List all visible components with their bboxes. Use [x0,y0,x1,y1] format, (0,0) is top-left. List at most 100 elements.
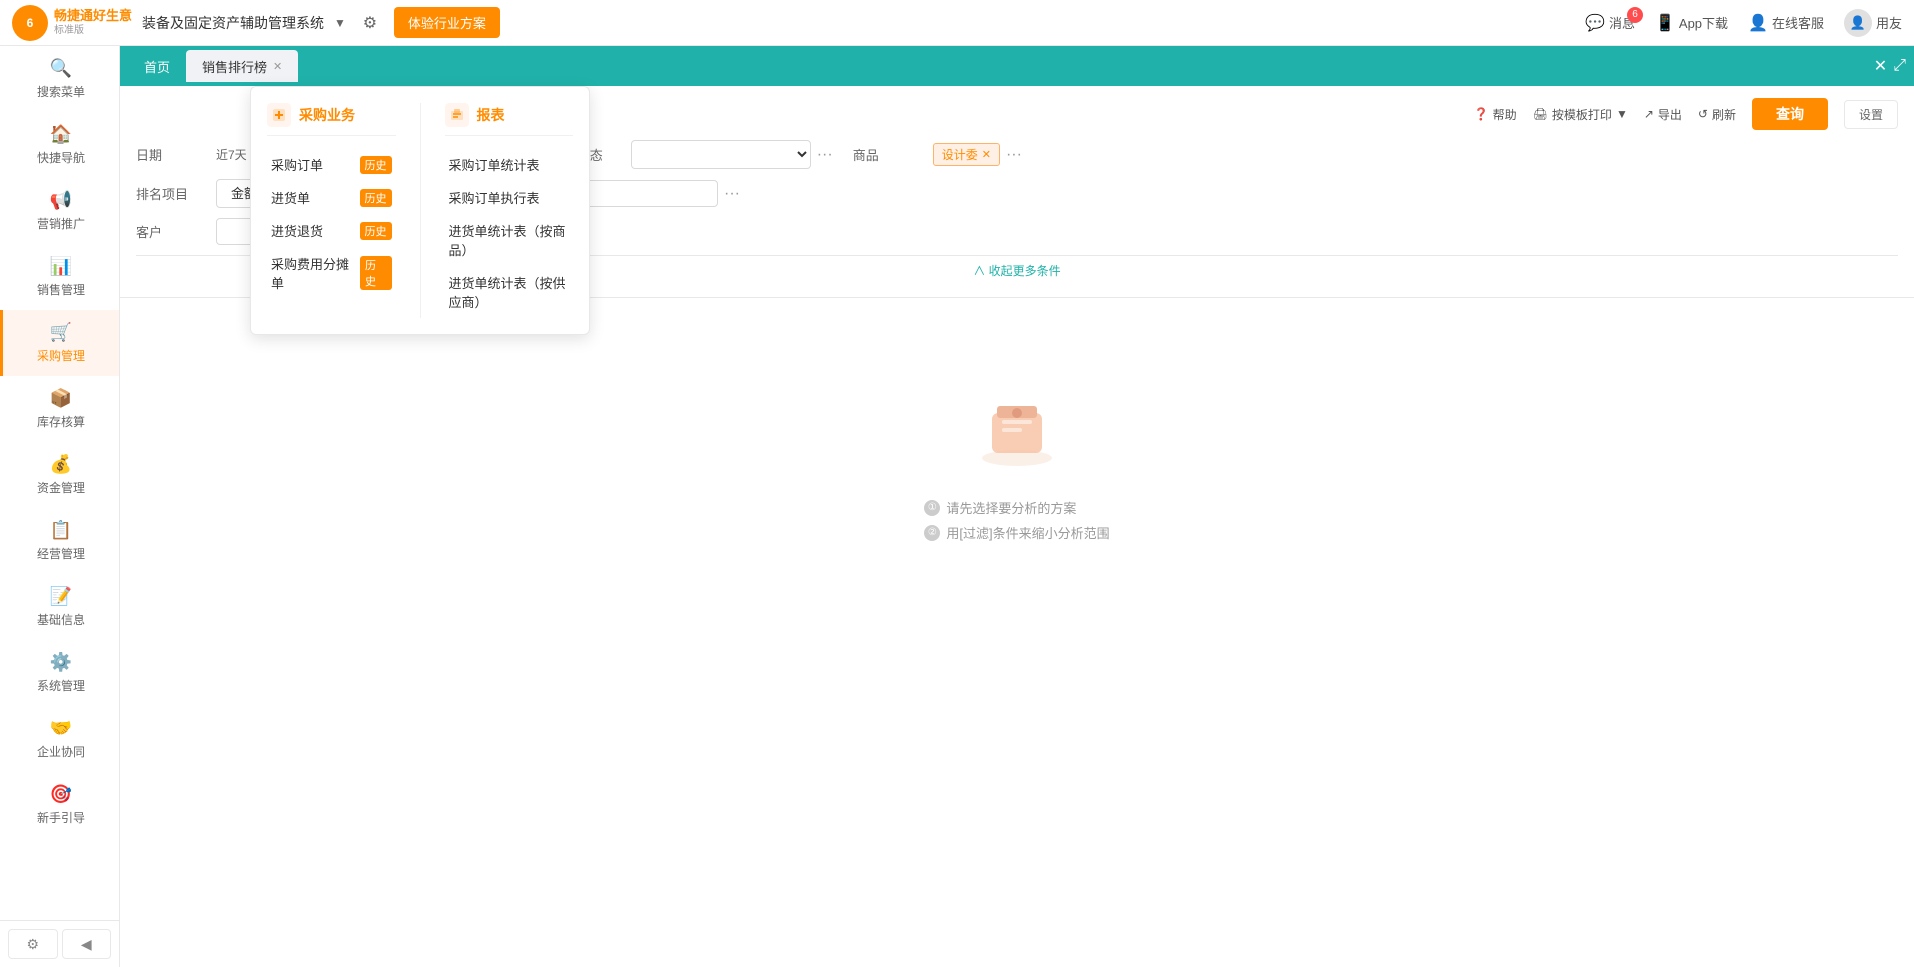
menu-item-goods-receipt[interactable]: 进货单 历史 [267,181,396,214]
system-dropdown-btn[interactable]: ▼ [334,16,346,30]
help-btn[interactable]: ❓ 帮助 [1474,106,1517,123]
report-col-title: 报表 [477,105,505,125]
logo-area: 6 畅捷通好生意 标准版 [12,5,132,41]
sidebar-item-guide[interactable]: 🎯 新手引导 [0,772,119,838]
sidebar-item-quick[interactable]: 🏠 快捷导航 [0,112,119,178]
sidebar-item-marketing[interactable]: 📢 营销推广 [0,178,119,244]
filter-settings-btn[interactable]: 设置 [1844,100,1898,129]
sidebar-settings-btn[interactable]: ⚙ [8,929,58,959]
sidebar-item-operation[interactable]: 📋 经营管理 [0,508,119,574]
home-icon: 🏠 [50,124,72,145]
system-settings-btn[interactable]: ⚙ [356,9,384,37]
print-dropdown-icon: ▼ [1616,107,1628,121]
tab-home[interactable]: 首页 [128,50,186,82]
purchase-order-badge: 历史 [360,156,392,174]
goods-tag-close[interactable]: ✕ [982,148,991,161]
export-btn[interactable]: ↗ 导出 [1644,106,1682,123]
experience-btn[interactable]: 体验行业方案 [394,7,500,38]
customer-label: 客户 [136,222,196,241]
goods-receipt-label: 进货单 [271,188,310,207]
menu-item-goods-receipt-stat-supplier[interactable]: 进货单统计表（按供应商） [445,266,574,318]
logo-sub: 标准版 [54,24,132,37]
menu-item-purchase-order-stat[interactable]: 采购订单统计表 [445,148,574,181]
print-btn[interactable]: 🖨 按模板打印 ▼ [1533,106,1628,123]
basic-icon: 📝 [50,586,72,607]
salesman-dots-btn[interactable]: ··· [724,185,740,203]
empty-tip-1: ① 请先选择要分析的方案 [924,498,1109,517]
user-name: 用友 [1876,13,1902,32]
finance-icon: 💰 [50,454,72,475]
message-badge: 6 [1627,7,1643,23]
tip-dot-1: ① [924,500,940,516]
purchase-order-stat-label: 采购订单统计表 [449,155,540,174]
sidebar-item-finance[interactable]: 💰 资金管理 [0,442,119,508]
menu-item-goods-receipt-stat-goods[interactable]: 进货单统计表（按商品） [445,214,574,266]
sidebar-item-purchase[interactable]: 🛒 采购管理 [0,310,119,376]
sidebar-label-operation: 经营管理 [37,545,85,562]
header-center: 装备及固定资产辅助管理系统 ▼ ⚙ 体验行业方案 [132,7,1585,38]
empty-state: ① 请先选择要分析的方案 ② 用[过滤]条件来缩小分析范围 [120,298,1914,628]
help-label: 帮助 [1493,106,1517,123]
guide-icon: 🎯 [50,784,72,805]
query-btn[interactable]: 查询 [1752,98,1828,130]
sidebar-item-basic[interactable]: 📝 基础信息 [0,574,119,640]
user-area[interactable]: 👤 用友 [1844,9,1902,37]
sidebar-label-cooperation: 企业协同 [37,743,85,760]
collapse-label: 收起更多条件 [989,264,1061,278]
purchase-icon: 🛒 [50,322,72,343]
dropdown-menu: 采购业务 采购订单 历史 进货单 历史 进货退货 历史 [250,86,590,335]
message-btn[interactable]: 💬 消息 6 [1585,13,1635,33]
sales-icon: 📊 [50,256,72,277]
tab-bar-close-btn[interactable]: ✕ [1874,56,1887,76]
operation-icon: 📋 [50,520,72,541]
sidebar-label-guide: 新手引导 [37,809,85,826]
sidebar-item-inventory[interactable]: 📦 库存核算 [0,376,119,442]
rank-label: 排名项目 [136,184,196,203]
export-icon: ↗ [1644,107,1654,121]
sidebar-collapse-btn[interactable]: ◀ [62,929,112,959]
collapse-icon: ∧ [973,264,985,278]
report-col-header: 报表 [445,103,574,136]
top-header: 6 畅捷通好生意 标准版 装备及固定资产辅助管理系统 ▼ ⚙ 体验行业方案 💬 … [0,0,1914,46]
purchase-col-title: 采购业务 [299,105,355,125]
menu-item-goods-return[interactable]: 进货退货 历史 [267,214,396,247]
sidebar-label-purchase: 采购管理 [37,347,85,364]
menu-item-purchase-order-exec[interactable]: 采购订单执行表 [445,181,574,214]
system-title: 装备及固定资产辅助管理系统 [142,13,324,33]
sidebar-bottom: ⚙ ◀ [0,920,119,967]
app-download-btn[interactable]: 📱 App下载 [1655,13,1728,33]
tab-bar-expand-btn[interactable]: ⤢ [1893,57,1906,75]
sidebar-item-system[interactable]: ⚙️ 系统管理 [0,640,119,706]
svg-text:6: 6 [27,16,34,30]
logo-text: 畅捷通好生意 标准版 [54,8,132,38]
purchase-order-label: 采购订单 [271,155,323,174]
tip-text-2: 用[过滤]条件来缩小分析范围 [946,523,1109,542]
order-status-select[interactable] [631,140,811,169]
online-service-btn[interactable]: 👤 在线客服 [1748,13,1824,33]
tip-dot-2: ② [924,525,940,541]
menu-item-purchase-expense[interactable]: 采购费用分摊单 历史 [267,247,396,299]
order-status-dots-btn[interactable]: ··· [817,146,833,164]
goods-tag-text: 设计委 [942,146,978,163]
purchase-col-header: 采购业务 [267,103,396,136]
sidebar-item-search[interactable]: 🔍 搜索菜单 [0,46,119,112]
goods-tag: 设计委 ✕ [933,143,1000,166]
purchase-col: 采购业务 采购订单 历史 进货单 历史 进货退货 历史 [267,103,396,318]
sidebar-item-sales[interactable]: 📊 销售管理 [0,244,119,310]
purchase-col-icon [267,103,291,127]
tab-sales-ranking[interactable]: 销售排行榜 ✕ [186,50,298,82]
sidebar-label-sales: 销售管理 [37,281,85,298]
refresh-btn[interactable]: ↺ 刷新 [1698,106,1736,123]
tab-close-icon[interactable]: ✕ [273,60,282,73]
tab-home-label: 首页 [144,57,170,76]
sidebar-label-quick: 快捷导航 [37,149,85,166]
col-divider [420,103,421,318]
purchase-expense-label: 采购费用分摊单 [271,254,360,292]
goods-dots-btn[interactable]: ··· [1006,146,1022,164]
menu-item-purchase-order[interactable]: 采购订单 历史 [267,148,396,181]
sidebar-item-cooperation[interactable]: 🤝 企业协同 [0,706,119,772]
purchase-order-exec-label: 采购订单执行表 [449,188,540,207]
user-avatar: 👤 [1844,9,1872,37]
sidebar-label-inventory: 库存核算 [37,413,85,430]
tab-sales-ranking-label: 销售排行榜 [202,57,267,76]
